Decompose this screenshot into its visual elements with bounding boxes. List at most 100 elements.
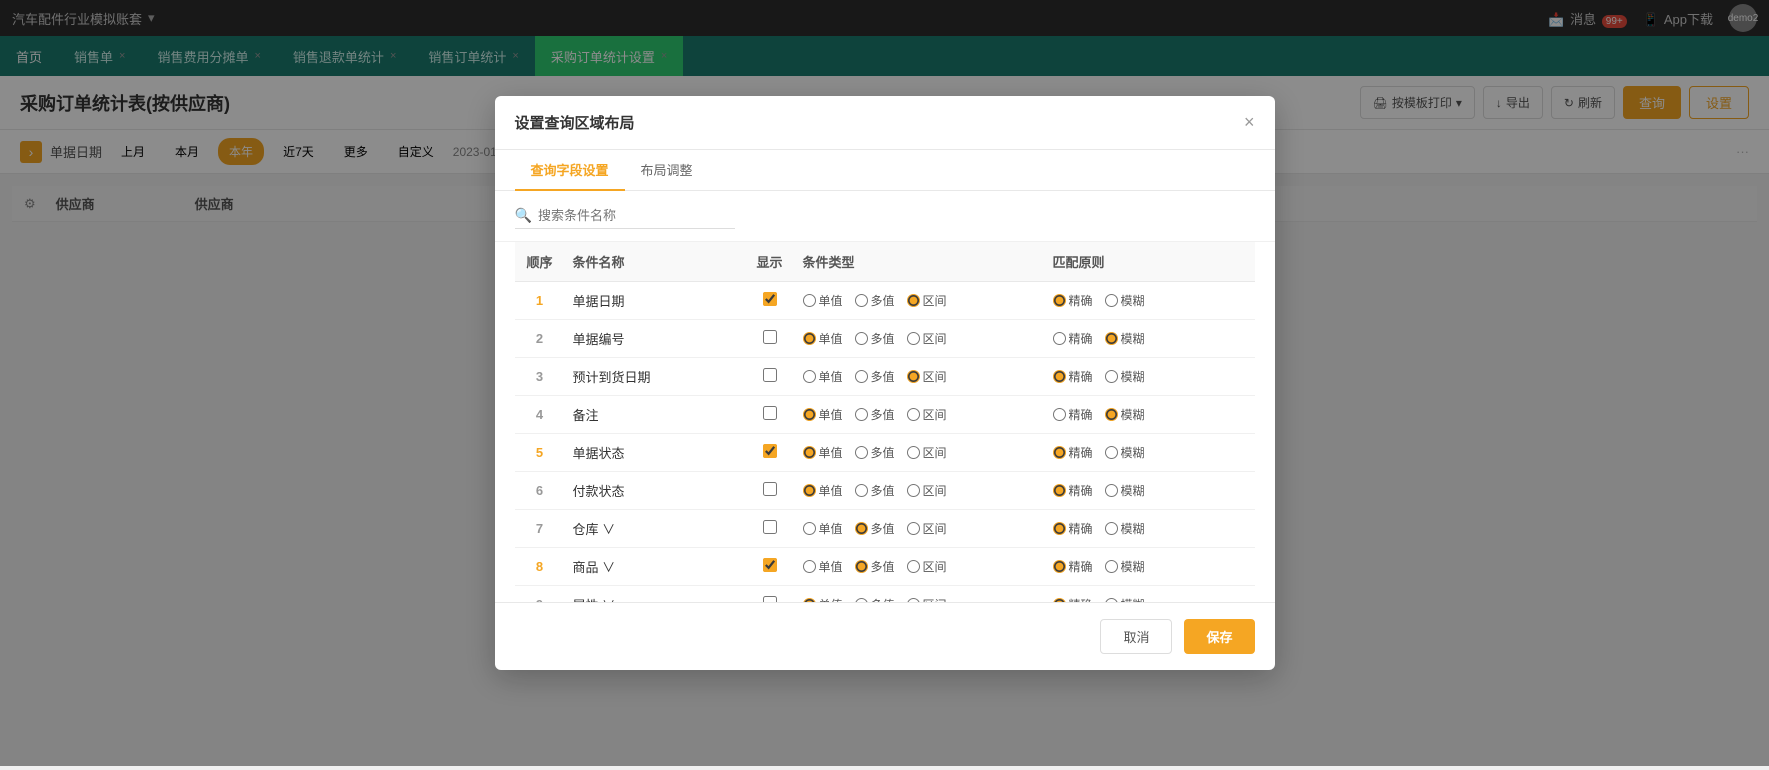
- display-checkbox[interactable]: [763, 330, 777, 344]
- row-display-cell[interactable]: [745, 320, 795, 358]
- tab-layout-adjust[interactable]: 布局调整: [625, 150, 709, 191]
- match-exact-radio[interactable]: [1053, 332, 1066, 345]
- type-single-label[interactable]: 单值: [803, 330, 843, 347]
- match-exact-radio[interactable]: [1053, 446, 1066, 459]
- match-exact-label[interactable]: 精确: [1053, 292, 1093, 309]
- match-fuzzy-radio[interactable]: [1105, 370, 1118, 383]
- type-multi-radio[interactable]: [855, 446, 868, 459]
- match-fuzzy-radio[interactable]: [1105, 484, 1118, 497]
- type-single-label[interactable]: 单值: [803, 558, 843, 575]
- match-exact-label[interactable]: 精确: [1053, 368, 1093, 385]
- type-single-radio[interactable]: [803, 522, 816, 535]
- type-multi-label[interactable]: 多值: [855, 520, 895, 537]
- row-display-cell[interactable]: [745, 586, 795, 603]
- type-single-label[interactable]: 单值: [803, 292, 843, 309]
- type-single-label[interactable]: 单值: [803, 406, 843, 423]
- match-fuzzy-label[interactable]: 模糊: [1105, 406, 1145, 423]
- type-single-label[interactable]: 单值: [803, 520, 843, 537]
- display-checkbox[interactable]: [763, 292, 777, 306]
- type-range-radio[interactable]: [907, 560, 920, 573]
- match-fuzzy-radio[interactable]: [1105, 332, 1118, 345]
- match-fuzzy-radio[interactable]: [1105, 294, 1118, 307]
- save-button[interactable]: 保存: [1184, 619, 1254, 654]
- match-fuzzy-label[interactable]: 模糊: [1105, 292, 1145, 309]
- match-fuzzy-radio[interactable]: [1105, 408, 1118, 421]
- type-multi-label[interactable]: 多值: [855, 330, 895, 347]
- type-multi-radio[interactable]: [855, 370, 868, 383]
- match-fuzzy-radio[interactable]: [1105, 560, 1118, 573]
- display-checkbox[interactable]: [763, 482, 777, 496]
- row-display-cell[interactable]: [745, 282, 795, 320]
- type-multi-radio[interactable]: [855, 294, 868, 307]
- match-exact-label[interactable]: 精确: [1053, 520, 1093, 537]
- tab-query-fields[interactable]: 查询字段设置: [515, 150, 625, 191]
- modal-close-button[interactable]: ×: [1244, 112, 1255, 133]
- match-exact-label[interactable]: 精确: [1053, 482, 1093, 499]
- match-exact-radio[interactable]: [1053, 484, 1066, 497]
- type-multi-radio[interactable]: [855, 484, 868, 497]
- match-exact-label[interactable]: 精确: [1053, 444, 1093, 461]
- display-checkbox[interactable]: [763, 368, 777, 382]
- match-exact-radio[interactable]: [1053, 294, 1066, 307]
- type-range-label[interactable]: 区间: [907, 558, 947, 575]
- match-fuzzy-label[interactable]: 模糊: [1105, 520, 1145, 537]
- type-multi-label[interactable]: 多值: [855, 482, 895, 499]
- row-display-cell[interactable]: [745, 472, 795, 510]
- display-checkbox[interactable]: [763, 558, 777, 572]
- type-range-label[interactable]: 区间: [907, 406, 947, 423]
- type-single-radio[interactable]: [803, 294, 816, 307]
- type-range-label[interactable]: 区间: [907, 292, 947, 309]
- type-multi-label[interactable]: 多值: [855, 558, 895, 575]
- cancel-button[interactable]: 取消: [1100, 619, 1172, 654]
- match-fuzzy-radio[interactable]: [1105, 446, 1118, 459]
- match-exact-radio[interactable]: [1053, 370, 1066, 383]
- match-fuzzy-label[interactable]: 模糊: [1105, 558, 1145, 575]
- row-display-cell[interactable]: [745, 434, 795, 472]
- type-range-radio[interactable]: [907, 446, 920, 459]
- type-range-radio[interactable]: [907, 408, 920, 421]
- type-single-radio[interactable]: [803, 370, 816, 383]
- type-multi-label[interactable]: 多值: [855, 444, 895, 461]
- type-range-label[interactable]: 区间: [907, 520, 947, 537]
- type-multi-radio[interactable]: [855, 408, 868, 421]
- row-display-cell[interactable]: [745, 510, 795, 548]
- row-display-cell[interactable]: [745, 396, 795, 434]
- type-single-radio[interactable]: [803, 332, 816, 345]
- display-checkbox[interactable]: [763, 520, 777, 534]
- match-fuzzy-label[interactable]: 模糊: [1105, 368, 1145, 385]
- type-range-label[interactable]: 区间: [907, 330, 947, 347]
- type-single-radio[interactable]: [803, 560, 816, 573]
- type-single-label[interactable]: 单值: [803, 444, 843, 461]
- match-fuzzy-radio[interactable]: [1105, 522, 1118, 535]
- type-single-label[interactable]: 单值: [803, 482, 843, 499]
- match-exact-label[interactable]: 精确: [1053, 558, 1093, 575]
- match-exact-radio[interactable]: [1053, 522, 1066, 535]
- match-exact-radio[interactable]: [1053, 560, 1066, 573]
- type-single-radio[interactable]: [803, 484, 816, 497]
- match-fuzzy-label[interactable]: 模糊: [1105, 482, 1145, 499]
- match-exact-label[interactable]: 精确: [1053, 330, 1093, 347]
- match-exact-radio[interactable]: [1053, 408, 1066, 421]
- search-input[interactable]: [538, 208, 728, 223]
- type-range-radio[interactable]: [907, 332, 920, 345]
- type-range-radio[interactable]: [907, 484, 920, 497]
- type-multi-radio[interactable]: [855, 522, 868, 535]
- type-range-radio[interactable]: [907, 522, 920, 535]
- match-fuzzy-label[interactable]: 模糊: [1105, 330, 1145, 347]
- display-checkbox[interactable]: [763, 406, 777, 420]
- type-multi-label[interactable]: 多值: [855, 368, 895, 385]
- type-range-label[interactable]: 区间: [907, 444, 947, 461]
- row-display-cell[interactable]: [745, 358, 795, 396]
- display-checkbox[interactable]: [763, 444, 777, 458]
- row-display-cell[interactable]: [745, 548, 795, 586]
- type-range-radio[interactable]: [907, 370, 920, 383]
- type-multi-label[interactable]: 多值: [855, 292, 895, 309]
- type-single-radio[interactable]: [803, 408, 816, 421]
- type-single-label[interactable]: 单值: [803, 368, 843, 385]
- type-range-radio[interactable]: [907, 294, 920, 307]
- type-multi-label[interactable]: 多值: [855, 406, 895, 423]
- type-single-radio[interactable]: [803, 446, 816, 459]
- type-multi-radio[interactable]: [855, 332, 868, 345]
- type-range-label[interactable]: 区间: [907, 482, 947, 499]
- match-exact-label[interactable]: 精确: [1053, 406, 1093, 423]
